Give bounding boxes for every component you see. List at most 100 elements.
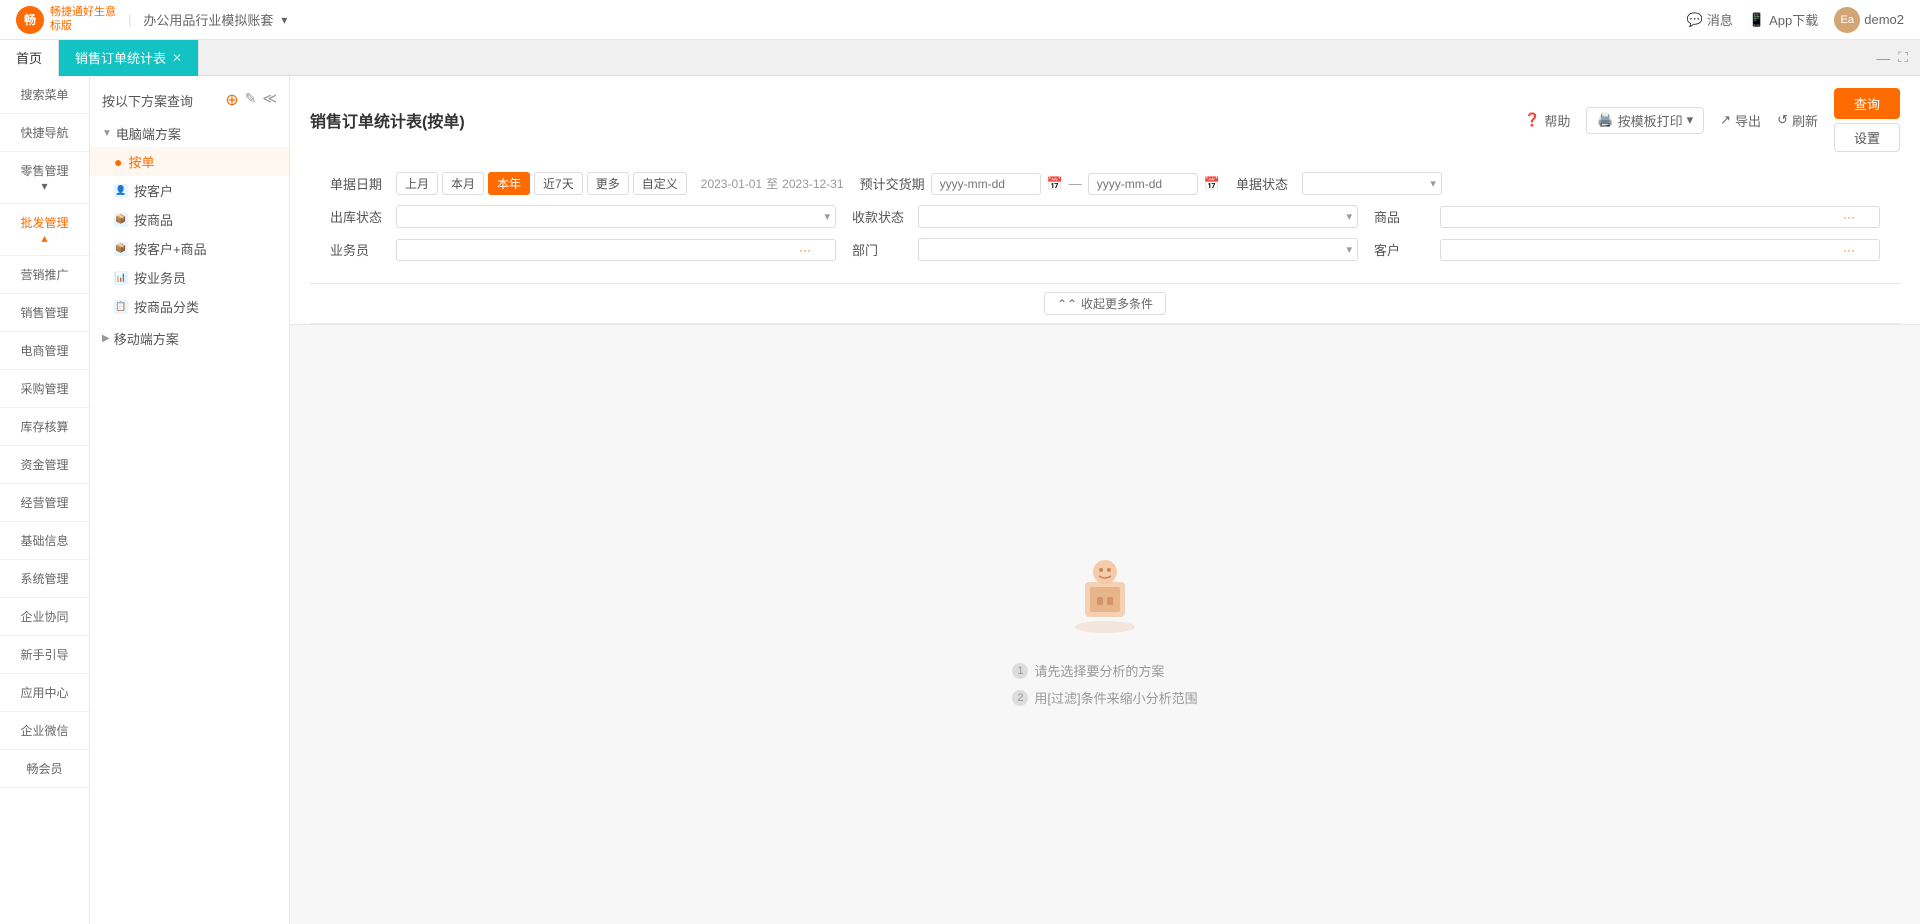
sidebar-item-sales[interactable]: 销售管理 — [0, 294, 89, 332]
date-custom-btn[interactable]: 自定义 — [633, 172, 687, 195]
topbar-right: 💬 消息 📱 App下载 Ea demo2 — [1687, 7, 1904, 33]
ship-status-select[interactable] — [396, 205, 836, 228]
payment-status-select[interactable] — [918, 205, 1358, 228]
empty-illustration — [1055, 542, 1155, 645]
sidebar-item-system[interactable]: 系统管理 — [0, 560, 89, 598]
sidebar-item-app-center[interactable]: 应用中心 — [0, 674, 89, 712]
app-download-btn[interactable]: 📱 App下载 — [1749, 10, 1818, 29]
message-icon: 💬 — [1687, 12, 1703, 28]
scheme-add-icon[interactable]: ⊕ — [225, 90, 238, 110]
collapse-up-icon: ⌃⌃ — [1057, 297, 1077, 311]
scheme-item-by-category[interactable]: 📋 按商品分类 — [90, 292, 289, 321]
print-btn[interactable]: 🖨️ 按模板打印 ▾ — [1586, 107, 1704, 134]
status-select-wrapper — [1302, 172, 1442, 195]
page-title-row: 销售订单统计表(按单) ❓ 帮助 🖨️ 按模板打印 ▾ ↗ — [310, 88, 1900, 152]
tab-order-stat[interactable]: 销售订单统计表 ✕ — [59, 40, 199, 76]
right-panel: 销售订单统计表(按单) ❓ 帮助 🖨️ 按模板打印 ▾ ↗ — [290, 76, 1920, 924]
scheme-item-by-customer[interactable]: 👤 按客户 — [90, 176, 289, 205]
sidebar-item-basic[interactable]: 基础信息 — [0, 522, 89, 560]
sidebar-item-wholesale[interactable]: 批发管理 ▴ — [0, 204, 89, 256]
scheme-item-by-order[interactable]: ● 按单 — [90, 147, 289, 176]
ship-status-label: 出库状态 — [330, 207, 390, 226]
payment-status-select-wrapper — [918, 205, 1358, 228]
product-input[interactable]: ··· — [1440, 206, 1880, 228]
app-icon: 📱 — [1749, 12, 1765, 28]
scheme-item-by-salesman[interactable]: 📊 按业务员 — [90, 263, 289, 292]
refresh-icon: ↺ — [1777, 112, 1788, 128]
product-label: 商品 — [1374, 207, 1434, 226]
message-btn[interactable]: 💬 消息 — [1687, 10, 1733, 29]
payment-status-label: 收款状态 — [852, 207, 912, 226]
customer-dots-icon: ··· — [1843, 243, 1855, 257]
tab-minimize-icon[interactable]: — — [1876, 50, 1890, 66]
date-last-month-btn[interactable]: 上月 — [396, 172, 438, 195]
topbar-left: 畅 畅捷通好生意 标版 | 办公用品行业模拟账套 ▾ — [16, 6, 287, 34]
scheme-edit-icon[interactable]: ✎ — [245, 90, 257, 110]
query-button[interactable]: 查询 — [1834, 88, 1900, 119]
sidebar-item-member[interactable]: 畅会员 — [0, 750, 89, 788]
wholesale-arrow-icon: ▴ — [41, 231, 47, 245]
empty-tips: 1 请先选择要分析的方案 2 用[过滤]条件来缩小分析范围 — [1012, 661, 1197, 707]
tab-home[interactable]: 首页 — [0, 40, 59, 76]
date-this-year-btn[interactable]: 本年 — [488, 172, 530, 195]
scheme-section-pc-title[interactable]: ▼ 电脑端方案 — [90, 120, 289, 147]
print-icon: 🖨️ — [1597, 112, 1613, 128]
by-cust-prod-icon: 📦 — [114, 242, 128, 256]
calendar-end-icon[interactable]: 📅 — [1204, 176, 1220, 192]
by-category-icon: 📋 — [114, 300, 128, 314]
date-shortcuts: 上月 本月 本年 近7天 更多 自定义 — [396, 172, 687, 195]
sidebar-item-finance[interactable]: 资金管理 — [0, 446, 89, 484]
by-customer-icon: 👤 — [114, 184, 128, 198]
expected-date-end-input[interactable] — [1088, 173, 1198, 195]
department-select[interactable] — [918, 238, 1358, 261]
refresh-btn[interactable]: ↺ 刷新 — [1777, 111, 1818, 130]
help-btn[interactable]: ❓ 帮助 — [1524, 111, 1570, 130]
calendar-start-icon[interactable]: 📅 — [1047, 176, 1063, 192]
sidebar-item-purchase[interactable]: 采购管理 — [0, 370, 89, 408]
salesman-field: 业务员 ··· — [330, 239, 836, 261]
scheme-collapse-icon[interactable]: ≪ — [262, 90, 277, 110]
date-this-month-btn[interactable]: 本月 — [442, 172, 484, 195]
date-more-btn[interactable]: 更多 — [587, 172, 629, 195]
customer-input[interactable]: ··· — [1440, 239, 1880, 261]
tab-actions: — ⛶ — [1876, 49, 1920, 66]
collapse-button[interactable]: ⌃⌃ 收起更多条件 — [1044, 292, 1166, 315]
sidebar-item-operations[interactable]: 经营管理 — [0, 484, 89, 522]
sidebar-item-ecom[interactable]: 电商管理 — [0, 332, 89, 370]
tab-close-icon[interactable]: ✕ — [172, 51, 182, 65]
date-range: 2023-01-01 至 2023-12-31 — [701, 175, 844, 192]
status-select[interactable] — [1302, 172, 1442, 195]
salesman-input[interactable]: ··· — [396, 239, 836, 261]
by-salesman-icon: 📊 — [114, 271, 128, 285]
product-field: 商品 ··· — [1374, 206, 1880, 228]
scheme-section-mobile-title[interactable]: ▶ 移动端方案 — [102, 329, 277, 348]
mobile-section-arrow-icon: ▶ — [102, 333, 110, 344]
scheme-panel-actions: ⊕ ✎ ≪ — [225, 90, 277, 110]
sidebar-item-wechat[interactable]: 企业微信 — [0, 712, 89, 750]
empty-svg-icon — [1055, 542, 1155, 642]
scheme-item-by-cust-prod[interactable]: 📦 按客户+商品 — [90, 234, 289, 263]
topbar-dropdown-icon[interactable]: ▾ — [281, 13, 287, 27]
sidebar-item-retail[interactable]: 零售管理 ▾ — [0, 152, 89, 204]
topbar: 畅 畅捷通好生意 标版 | 办公用品行业模拟账套 ▾ 💬 消息 📱 App下载 … — [0, 0, 1920, 40]
date-separator: — — [1069, 176, 1082, 191]
sidebar-item-enterprise[interactable]: 企业协同 — [0, 598, 89, 636]
sidebar-item-marketing[interactable]: 营销推广 — [0, 256, 89, 294]
sidebar-item-newbie[interactable]: 新手引导 — [0, 636, 89, 674]
empty-state: 1 请先选择要分析的方案 2 用[过滤]条件来缩小分析范围 — [290, 325, 1920, 924]
user-menu[interactable]: Ea demo2 — [1834, 7, 1904, 33]
sidebar-item-search[interactable]: 搜索菜单 — [0, 76, 89, 114]
date-label: 单据日期 — [330, 174, 390, 193]
product-dots-icon: ··· — [1843, 210, 1855, 224]
expected-date-start-input[interactable] — [931, 173, 1041, 195]
sidebar-item-quick-nav[interactable]: 快捷导航 — [0, 114, 89, 152]
tab-expand-icon[interactable]: ⛶ — [1898, 49, 1908, 66]
settings-button[interactable]: 设置 — [1834, 123, 1900, 152]
scheme-item-by-product[interactable]: 📦 按商品 — [90, 205, 289, 234]
date-last-7-btn[interactable]: 近7天 — [534, 172, 583, 195]
department-field: 部门 — [852, 238, 1358, 261]
tip-2-num: 2 — [1012, 690, 1028, 706]
scheme-section-mobile: ▶ 移动端方案 — [90, 325, 289, 352]
export-btn[interactable]: ↗ 导出 — [1720, 111, 1761, 130]
sidebar-item-inventory[interactable]: 库存核算 — [0, 408, 89, 446]
